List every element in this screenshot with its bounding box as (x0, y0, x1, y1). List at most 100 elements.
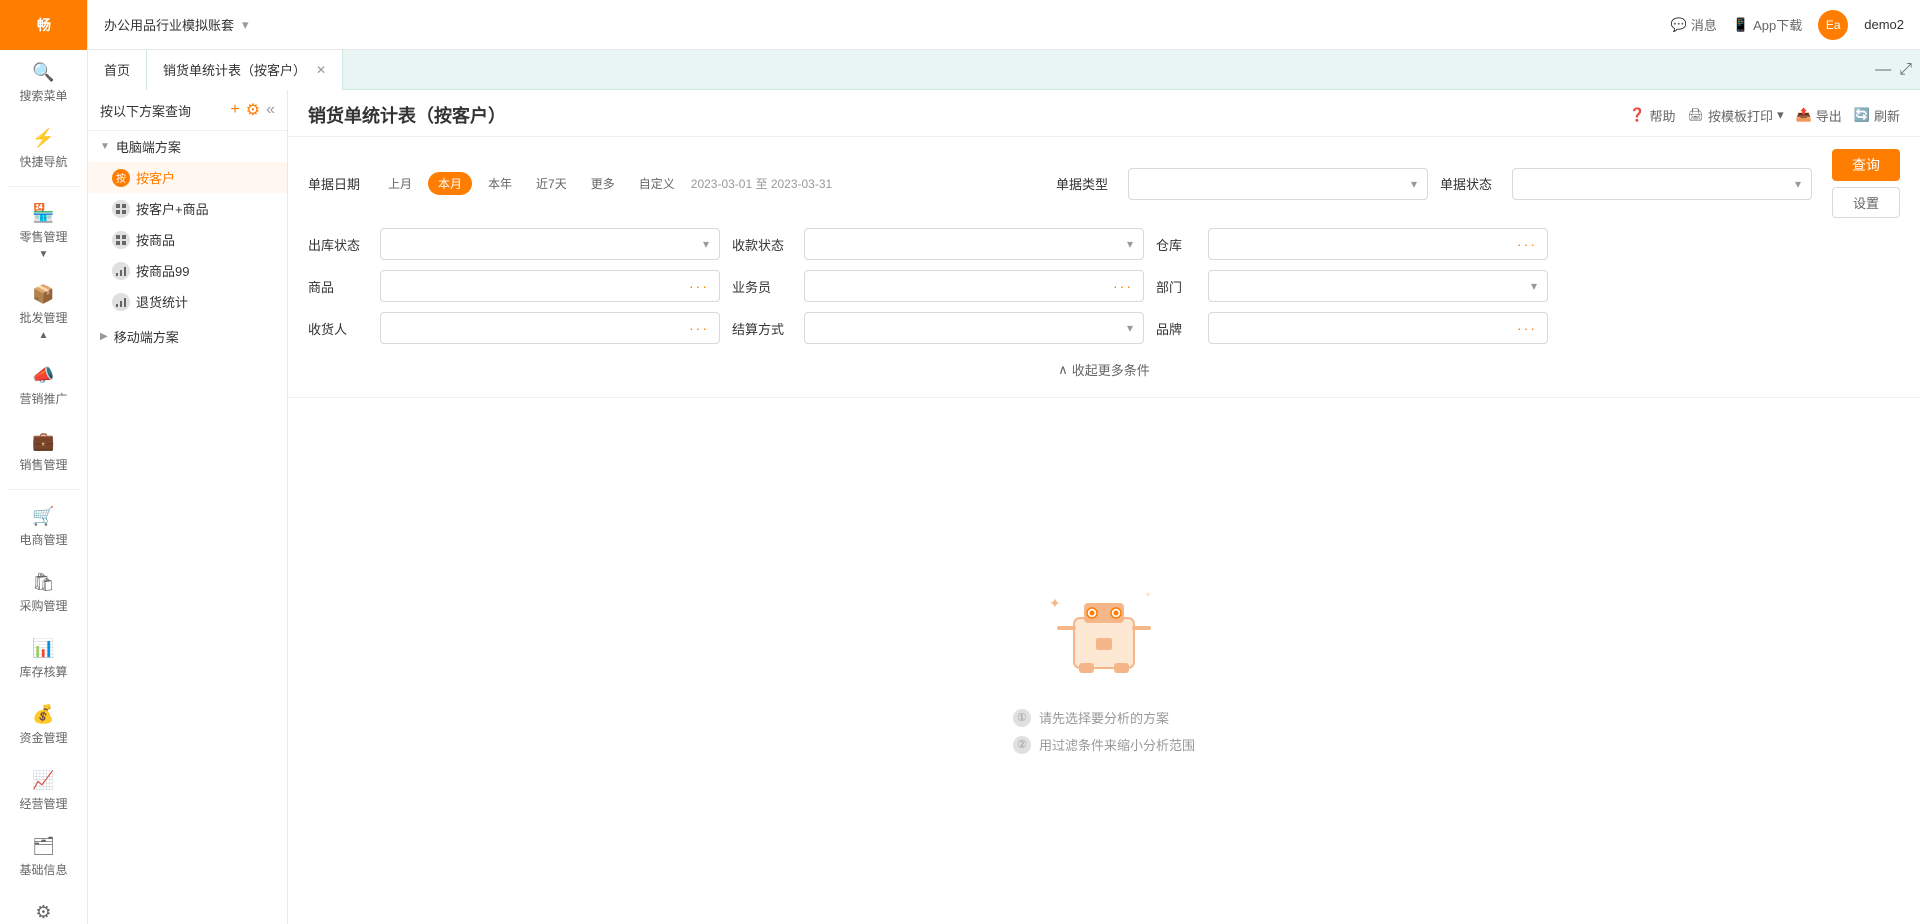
salesman-select[interactable]: ··· (804, 270, 1144, 302)
sidebar-menu: 🔍 搜索菜单 ⚡ 快捷导航 🏪 零售管理 ▼ 📦 批发管理 ▲ 📣 营销推广 💼… (0, 50, 87, 924)
tab-sales-stats[interactable]: 销货单统计表（按客户） ✕ (147, 50, 343, 90)
custom-btn[interactable]: 自定义 (631, 172, 683, 195)
tab-home[interactable]: 首页 (88, 50, 147, 90)
tree-item-by-customer[interactable]: 按 按客户 (88, 162, 287, 193)
goods-select[interactable]: ··· (380, 270, 720, 302)
tree-item-by-goods[interactable]: 按商品 (88, 224, 287, 255)
tab-close-btn[interactable]: ✕ (316, 63, 326, 77)
empty-illustration: ✦ ✦ (1044, 568, 1164, 688)
this-year-btn[interactable]: 本年 (480, 172, 520, 195)
empty-hint-1: ① 请先选择要分析的方案 (1013, 708, 1195, 727)
collapse-filters-btn[interactable]: ∧ 收起更多条件 (308, 354, 1900, 385)
doc-status-select[interactable]: ▾ (1512, 168, 1812, 200)
user-avatar[interactable]: Ea (1818, 10, 1848, 40)
last7-btn[interactable]: 近7天 (528, 172, 575, 195)
filter-row-2: 出库状态 ▾ 收款状态 ▾ 仓库 ··· (308, 228, 1900, 260)
goods-dots[interactable]: ··· (689, 278, 709, 294)
settings-btn[interactable]: 设置 (1832, 187, 1900, 218)
brand-select[interactable]: ··· (1208, 312, 1548, 344)
out-status-label: 出库状态 (308, 235, 368, 254)
app-download-btn[interactable]: 📱 App下载 (1733, 15, 1802, 34)
minimize-btn[interactable]: — (1875, 61, 1891, 79)
sidebar-item-ecommerce[interactable]: 🛒 电商管理 (0, 494, 87, 560)
print-dropdown-icon[interactable]: ▾ (1777, 107, 1784, 123)
add-scheme-btn[interactable]: + (230, 101, 239, 119)
sidebar-item-basic[interactable]: 🗂 基础信息 (0, 824, 87, 890)
top-header: 办公用品行业模拟账套 ▾ 💬 消息 📱 App下载 Ea demo2 (88, 0, 1920, 50)
warehouse-select[interactable]: ··· (1208, 228, 1548, 260)
sidebar-item-quicknav[interactable]: ⚡ 快捷导航 (0, 116, 87, 182)
return-stats-icon (112, 293, 130, 311)
goods99-icon (112, 262, 130, 280)
tree-arrow-desktop: ▼ (100, 141, 110, 152)
sidebar-item-inventory[interactable]: 📊 库存核算 (0, 626, 87, 692)
left-panel-title: 按以下方案查询 (100, 101, 191, 120)
brand-dots[interactable]: ··· (1517, 320, 1537, 336)
logo[interactable]: 畅 (0, 0, 87, 50)
empty-hints: ① 请先选择要分析的方案 ② 用过滤条件来缩小分析范围 (1013, 708, 1195, 754)
brand-label: 品牌 (1156, 319, 1196, 338)
settings-scheme-btn[interactable]: ⚙ (246, 100, 260, 120)
dropdown-icon[interactable]: ▾ (242, 17, 249, 33)
download-icon: 📱 (1733, 17, 1749, 33)
sidebar-item-search[interactable]: 🔍 搜索菜单 (0, 50, 87, 116)
sidebar-item-marketing[interactable]: 📣 营销推广 (0, 353, 87, 419)
maximize-btn[interactable]: ⤢ (1899, 61, 1912, 79)
sidebar-item-wholesale[interactable]: 📦 批发管理 ▲ (0, 272, 87, 353)
system-icon: ⚙ (35, 902, 51, 923)
tree-item-return-stats[interactable]: 退货统计 (88, 286, 287, 317)
refresh-btn[interactable]: 🔄 刷新 (1854, 106, 1900, 125)
sidebar-item-system[interactable]: ⚙ 系统管理 (0, 890, 87, 924)
sidebar-item-operations[interactable]: 📈 经营管理 (0, 758, 87, 824)
tree-section-mobile[interactable]: ▶ 移动端方案 (88, 321, 287, 352)
left-panel: 按以下方案查询 + ⚙ « ▼ 电脑端方案 按 按客户 按客户 (88, 90, 288, 924)
salesman-dots[interactable]: ··· (1113, 278, 1133, 294)
customer-icon: 按 (112, 169, 130, 187)
template-print-btn[interactable]: 🖨 按模板打印 ▾ (1688, 106, 1784, 125)
out-status-select[interactable]: ▾ (380, 228, 720, 260)
warehouse-label: 仓库 (1156, 235, 1196, 254)
dept-select[interactable]: ▾ (1208, 270, 1548, 302)
goods99-label: 按商品99 (136, 261, 189, 280)
doc-type-arrow: ▾ (1411, 177, 1417, 191)
help-btn[interactable]: ❓ 帮助 (1629, 106, 1675, 125)
settlement-label: 结算方式 (732, 319, 792, 338)
tab-actions: — ⤢ (1867, 61, 1920, 79)
customer-goods-icon (112, 200, 130, 218)
this-month-btn[interactable]: 本月 (428, 172, 472, 195)
home-tab-label: 首页 (104, 60, 130, 79)
sidebar-item-purchase[interactable]: 🛍 采购管理 (0, 560, 87, 626)
collect-status-arrow: ▾ (1127, 237, 1133, 251)
sidebar-item-sales[interactable]: 💼 销售管理 (0, 419, 87, 485)
tree-section-desktop[interactable]: ▼ 电脑端方案 (88, 131, 287, 162)
header-left: 办公用品行业模拟账套 ▾ (104, 15, 249, 34)
collect-status-select[interactable]: ▾ (804, 228, 1144, 260)
export-btn[interactable]: 📤 导出 (1796, 106, 1842, 125)
export-icon: 📤 (1796, 107, 1812, 123)
user-name[interactable]: demo2 (1864, 17, 1904, 32)
more-btn[interactable]: 更多 (583, 172, 623, 195)
tree-item-goods99[interactable]: 按商品99 (88, 255, 287, 286)
settlement-select[interactable]: ▾ (804, 312, 1144, 344)
filter-area: 单据日期 上月 本月 本年 近7天 更多 自定义 2023-03-01 至 20… (288, 137, 1920, 397)
receiver-dots[interactable]: ··· (689, 320, 709, 336)
doc-type-select[interactable]: ▾ (1128, 168, 1428, 200)
refresh-icon: 🔄 (1854, 107, 1870, 123)
sidebar-item-retail[interactable]: 🏪 零售管理 ▼ (0, 191, 87, 272)
warehouse-dots[interactable]: ··· (1517, 236, 1537, 252)
receiver-select[interactable]: ··· (380, 312, 720, 344)
return-stats-label: 退货统计 (136, 292, 188, 311)
message-btn[interactable]: 💬 消息 (1671, 15, 1717, 34)
collapse-panel-btn[interactable]: « (266, 101, 275, 119)
filter-row-4: 收货人 ··· 结算方式 ▾ 品牌 ··· (308, 312, 1900, 344)
filter-row-1: 单据日期 上月 本月 本年 近7天 更多 自定义 2023-03-01 至 20… (308, 149, 1900, 218)
last-month-btn[interactable]: 上月 (380, 172, 420, 195)
tree-item-customer-goods[interactable]: 按客户+商品 (88, 193, 287, 224)
message-icon: 💬 (1671, 17, 1687, 33)
sales-icon: 💼 (32, 431, 54, 452)
sidebar-item-finance[interactable]: 💰 资金管理 (0, 692, 87, 758)
action-col: 查询 设置 (1824, 149, 1900, 218)
query-btn[interactable]: 查询 (1832, 149, 1900, 181)
help-icon: ❓ (1629, 107, 1645, 123)
quicknav-icon: ⚡ (32, 128, 54, 149)
